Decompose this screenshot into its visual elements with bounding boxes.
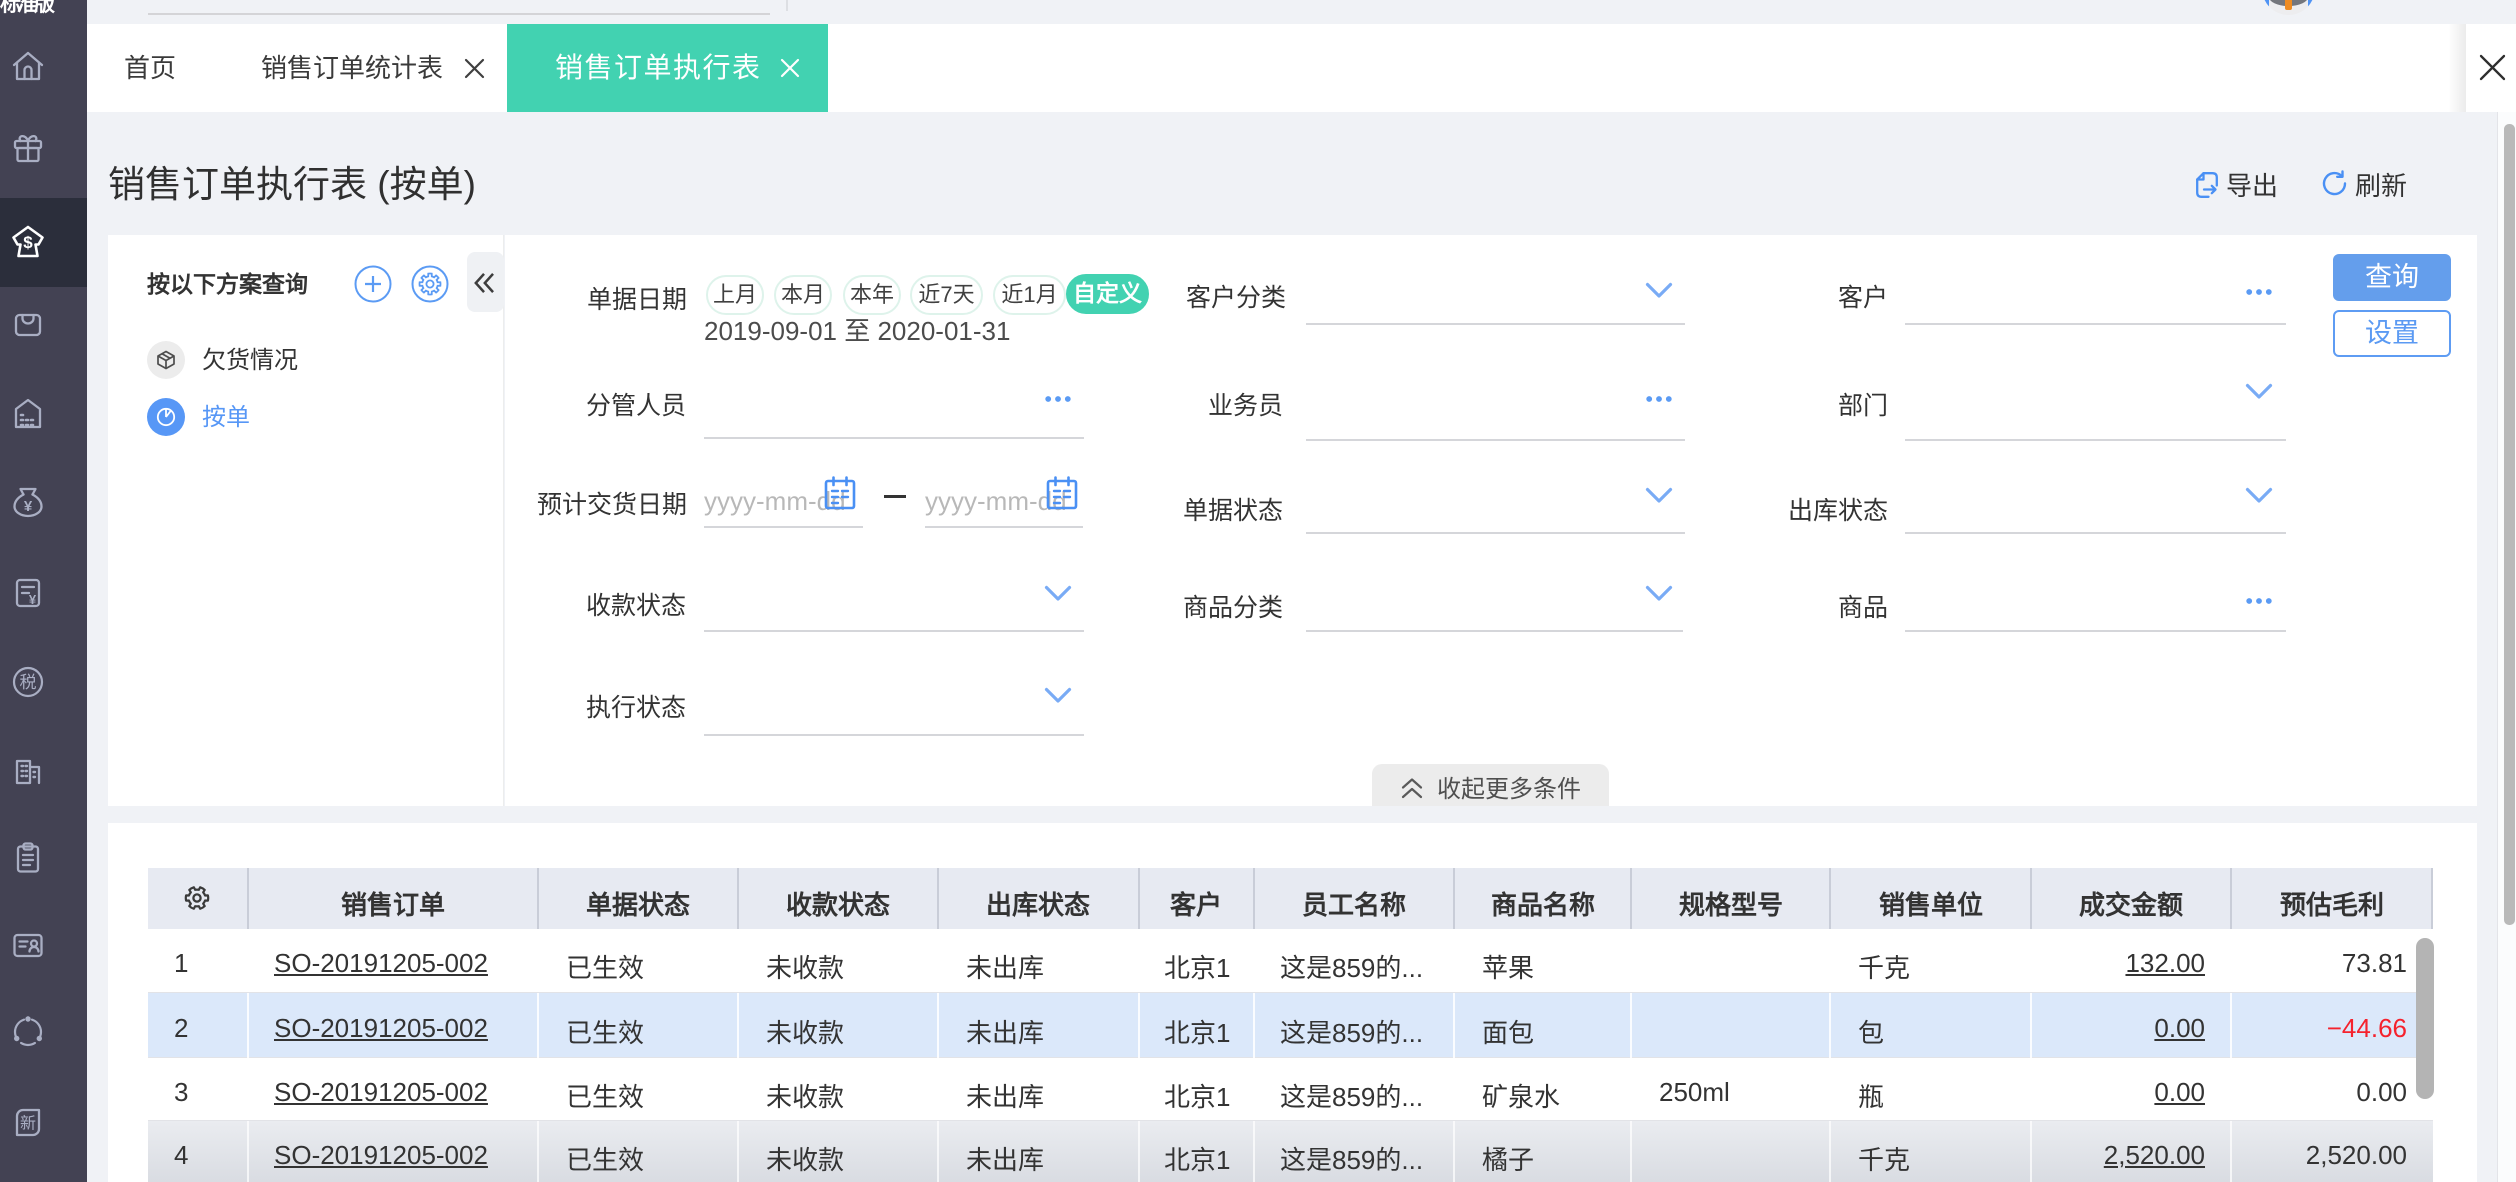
svg-text:¥: ¥ (29, 592, 37, 607)
svg-text:新: 新 (20, 1115, 36, 1133)
svg-text:税: 税 (20, 673, 37, 692)
svg-text:$: $ (23, 233, 33, 252)
svg-text:¥: ¥ (24, 498, 33, 515)
